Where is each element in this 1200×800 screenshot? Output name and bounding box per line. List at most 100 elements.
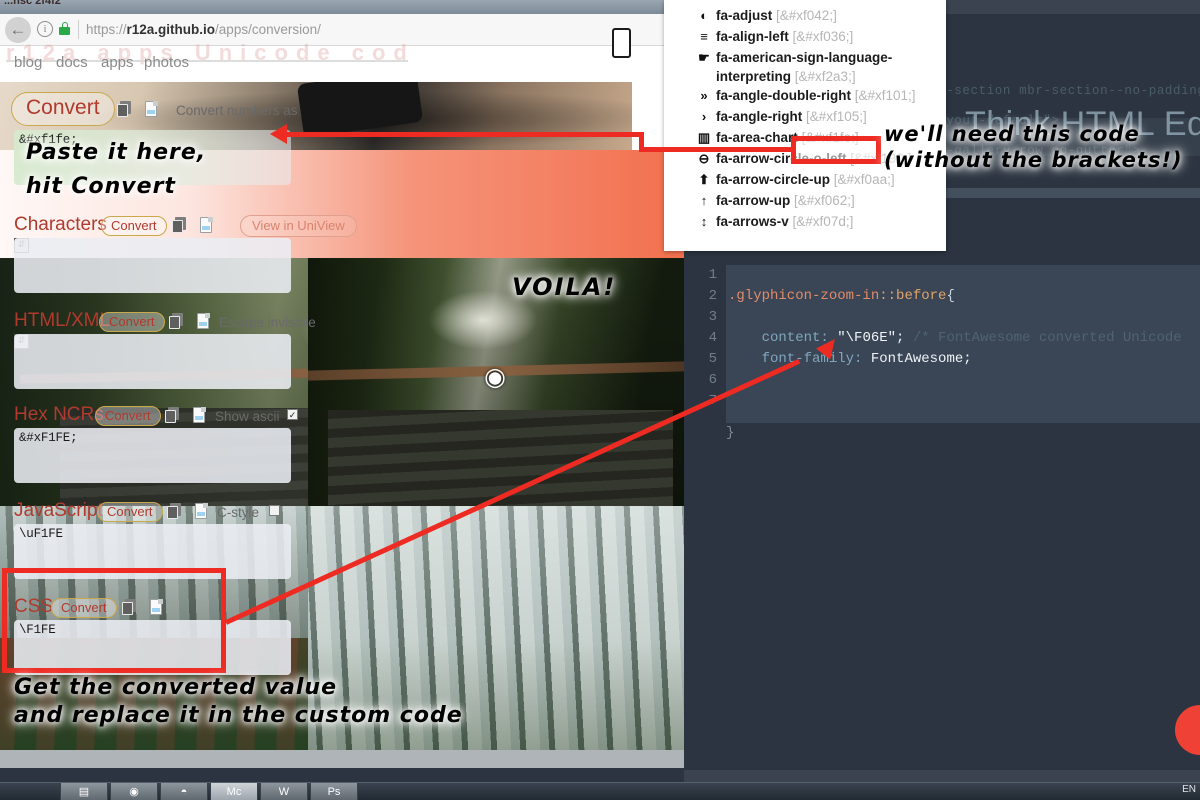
code-editor-pane[interactable]: 1 2▼ 3 4▼ 5 6 7 .glyphicon-zoom-in::befo… (684, 262, 1200, 444)
fa-item-code: [&#xf105;] (806, 109, 867, 124)
annotation-arrow-shaft (284, 132, 644, 137)
row-label-javascript: JavaScript (14, 500, 103, 521)
convert-button-javascript[interactable]: Convert (97, 502, 163, 522)
css-value-content: "\F06E"; (837, 330, 905, 346)
info-icon[interactable]: i (37, 21, 53, 37)
converter-row-javascript: JavaScript Convert C-style \uF1FE (0, 500, 684, 579)
input-textarea-characters[interactable] (14, 238, 291, 293)
copy-icon[interactable] (172, 217, 187, 234)
annotation-arrow-link (639, 147, 794, 152)
fa-item-code: [&#xf0aa;] (833, 172, 895, 187)
fa-list-item[interactable]: ↑ fa-arrow-up [&#xf062;] (664, 190, 946, 211)
copy-icon[interactable] (167, 503, 182, 520)
input-textarea-html-xml[interactable] (14, 334, 291, 389)
view-in-uniview-button[interactable]: View in UniView (240, 215, 357, 237)
fa-item-name: fa-area-chart (716, 130, 798, 145)
annotation-get-value-line1: Get the converted value (14, 675, 337, 700)
ghost-line-1: br-section mbr-section--no-padding (930, 84, 1200, 98)
fa-item-name: fa-angle-right (716, 109, 803, 124)
convert-button-html-xml[interactable]: Convert (99, 312, 165, 332)
url-path: /apps/conversion/ (215, 22, 321, 37)
url-input[interactable]: https://r12a.github.io/apps/conversion/ (86, 22, 321, 37)
line-number: 3 (708, 309, 717, 325)
url-domain: r12a.github.io (126, 22, 216, 37)
taskbar-word-icon[interactable]: W (260, 783, 308, 800)
line-number: 4▼ (684, 328, 733, 349)
fa-item-code: [&#xf036;] (792, 29, 854, 44)
converter-row-characters: Characters Convert View in UniView ⇵ (0, 214, 684, 293)
convert-button-main[interactable]: Convert (11, 92, 115, 126)
fa-item-code: [&#xf101;] (854, 88, 916, 103)
taskbar-photoshop-icon[interactable]: Ps (310, 783, 358, 800)
fa-arrows-v-icon: ↕ (700, 214, 708, 229)
nav-link-photos[interactable]: photos (144, 54, 189, 71)
taskbar-word-mc-icon[interactable]: Mc (210, 783, 258, 800)
fa-list-item[interactable]: ↕ fa-arrows-v [&#xf07d;] (664, 211, 946, 232)
css-pseudo: ::before (879, 288, 947, 304)
fa-item-code: [&#xf2a3;] (794, 69, 856, 84)
eye-glyph-icon: ◉ (484, 363, 506, 391)
annotation-highlight-box-css (2, 568, 226, 673)
show-ascii-checkbox[interactable]: ✓ (287, 409, 298, 420)
fa-item-name: fa-arrow-circle-up (716, 172, 831, 187)
fa-arrow-up-icon: ↑ (700, 193, 708, 208)
row-label-hex-ncrs: Hex NCRs (14, 404, 104, 425)
windows-taskbar[interactable]: ▤ ◉ ◓ Mc W Ps EN (0, 782, 1200, 800)
page-icon[interactable] (192, 407, 207, 424)
fa-arrow-circle-up-icon: ⬆ (698, 172, 710, 187)
convert-button-characters[interactable]: Convert (101, 216, 167, 236)
fa-list-item[interactable]: ≡ fa-align-left [&#xf036;] (664, 26, 946, 47)
fa-angle-double-right-icon: » (700, 88, 708, 103)
fa-list-item[interactable]: ◐ fa-adjust [&#xf042;] (664, 5, 946, 26)
convert-button-hex-ncrs[interactable]: Convert (95, 406, 161, 426)
fa-item-name: fa-arrow-up (716, 193, 791, 208)
copy-icon[interactable] (117, 101, 132, 118)
site-nav: blog docs apps photos (0, 54, 684, 82)
page-icon[interactable] (144, 101, 159, 118)
annotation-voila: VOILA! (512, 273, 617, 301)
c-style-checkbox[interactable] (269, 505, 280, 516)
annotation-need-code-line2: (without the brackets!) (884, 148, 1183, 172)
taskbar-firefox-icon[interactable]: ◉ (110, 783, 158, 800)
copy-icon[interactable] (165, 407, 180, 424)
annotation-arrow-head (270, 124, 287, 144)
option-label-show-ascii: Show ascii (215, 409, 280, 424)
page-icon[interactable] (196, 313, 211, 330)
css-brace-close: } (726, 425, 735, 441)
page-bottom-strip (0, 750, 684, 768)
fa-list-item[interactable]: » fa-angle-double-right [&#xf101;] (664, 85, 946, 106)
fa-align-left-icon: ≡ (700, 29, 708, 44)
copy-icon[interactable] (169, 313, 184, 330)
line-number: 6 (708, 372, 717, 388)
line-number-gutter: 1 2▼ 3 4▼ 5 6 7 (684, 262, 733, 444)
input-textarea-hex-ncrs[interactable]: &#xF1FE; (14, 428, 291, 483)
code-text-area[interactable]: .glyphicon-zoom-in::before{ content: "\F… (726, 265, 1200, 423)
annotation-get-value-line2: and replace it in the custom code (14, 703, 463, 728)
annotation-paste-line1: Paste it here, (26, 140, 207, 165)
converter-row-html-xml: HTML/XML Convert Escape invisible ⇵ (0, 310, 684, 389)
row-label-html-xml: HTML/XML (14, 310, 111, 331)
browser-tabstrip[interactable]: ...hsc 2f4f2 (0, 0, 684, 14)
nav-link-docs[interactable]: docs (56, 54, 88, 71)
nav-link-blog[interactable]: blog (14, 54, 42, 71)
page-icon[interactable] (199, 217, 214, 234)
option-label-convert-numbers: Convert numbers as (176, 103, 298, 118)
taskbar-folder-icon[interactable]: ▤ (60, 783, 108, 800)
fa-list-item[interactable]: ⬆ fa-arrow-circle-up [&#xf0aa;] (664, 169, 946, 190)
converter-row-hex-ncrs: Hex NCRs Convert Show ascii ✓ &#xF1FE; (0, 404, 684, 483)
editor-status-bar (684, 770, 1200, 782)
annotation-need-code-line1: we'll need this code (884, 122, 1140, 146)
option-label-escape-invisible: Escape invisible (219, 315, 316, 330)
line-number: 1 (708, 267, 717, 283)
fa-item-name: fa-align-left (716, 29, 789, 44)
taskbar-edge-icon[interactable]: ◓ (160, 783, 208, 800)
fa-angle-right-icon: › (701, 109, 707, 124)
nav-link-apps[interactable]: apps (101, 54, 134, 71)
browser-tab-title[interactable]: ...hsc 2f4f2 (4, 0, 124, 7)
taskbar-language-indicator[interactable]: EN (1182, 784, 1196, 795)
page-icon[interactable] (194, 503, 209, 520)
line-number: 5 (708, 351, 717, 367)
converter-row-main: Convert Convert numbers as &#xf1fe; (0, 92, 684, 185)
fa-list-item[interactable]: ☛ fa-american-sign-language-interpreting … (664, 47, 946, 85)
annotation-highlight-box-code (791, 136, 881, 164)
